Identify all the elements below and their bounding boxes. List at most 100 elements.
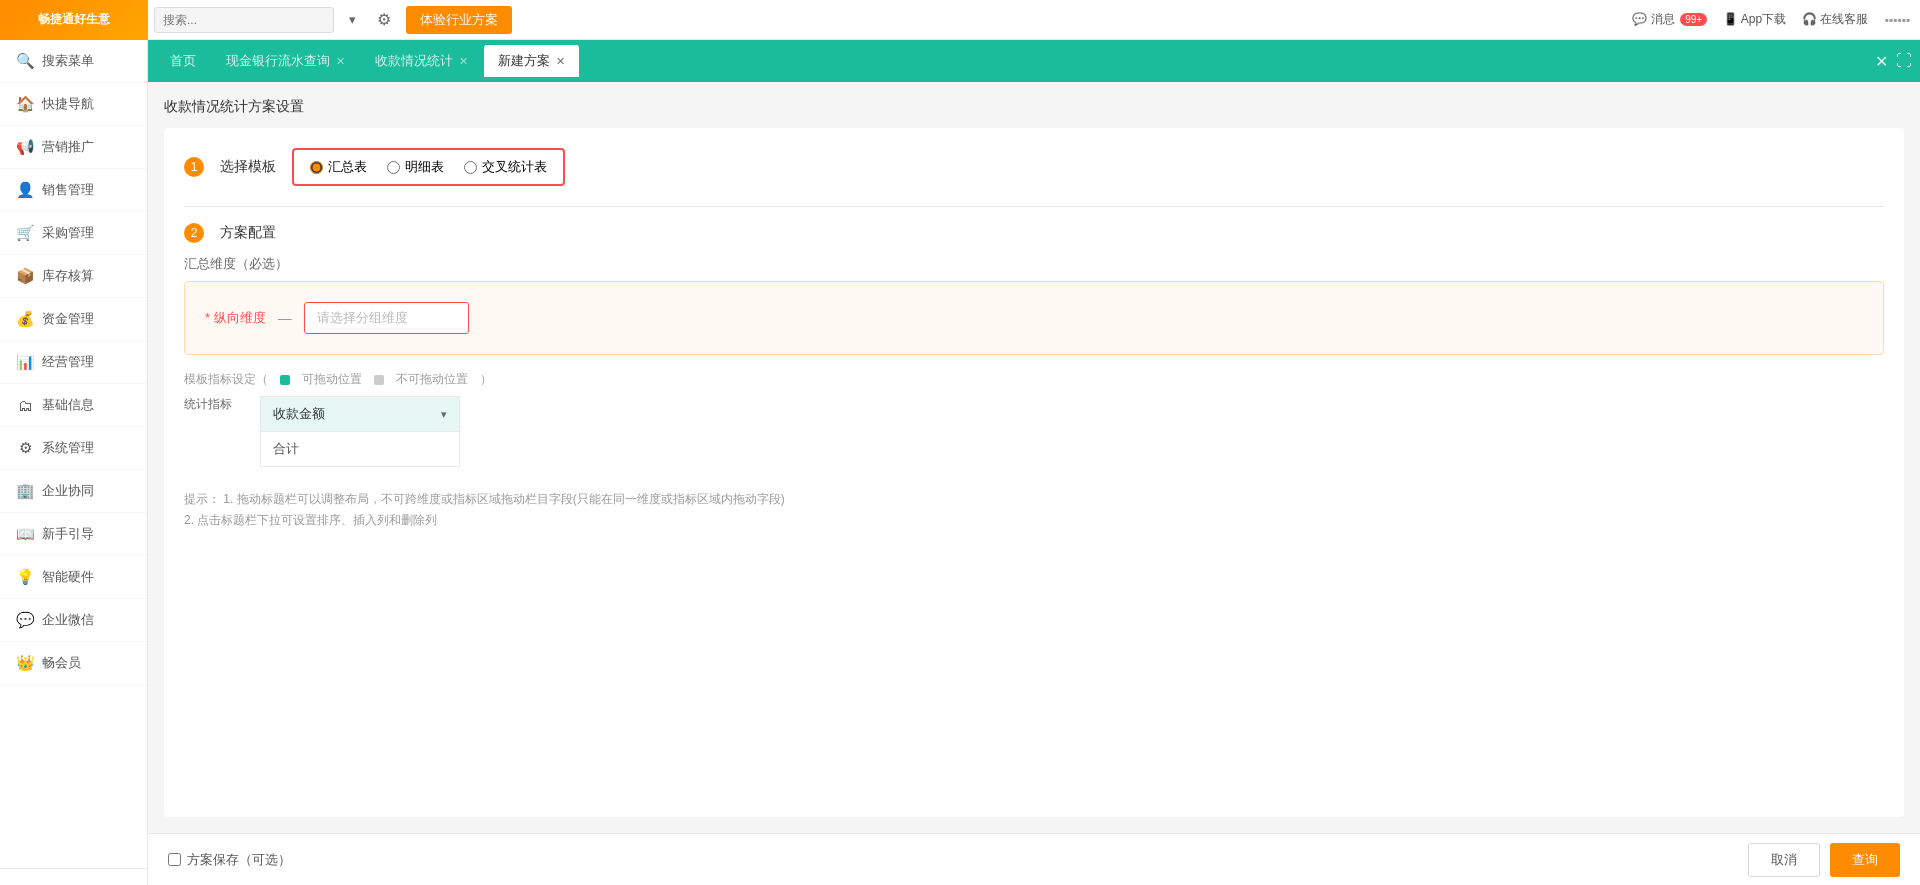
tab-bar-right: ✕ ⛶: [1875, 52, 1912, 71]
tab-2[interactable]: 收款情况统计✕: [361, 45, 482, 77]
query-button[interactable]: 查询: [1830, 843, 1900, 877]
sidebar-icon-7: 📊: [16, 353, 34, 371]
sidebar-item-0[interactable]: 🔍 搜索菜单: [0, 40, 147, 83]
download-link[interactable]: 📱 App下载: [1723, 11, 1786, 28]
metrics-header[interactable]: 收款金额 ▾: [261, 397, 459, 432]
sidebar-icon-0: 🔍: [16, 52, 34, 70]
service-link[interactable]: 🎧 在线客服: [1802, 11, 1868, 28]
sidebar-item-6[interactable]: 💰资金管理: [0, 298, 147, 341]
divider1: [184, 206, 1884, 207]
gear-icon[interactable]: ⚙: [370, 6, 398, 34]
sidebar-label-8: 基础信息: [42, 396, 94, 414]
sidebar-item-11[interactable]: 📖新手引导: [0, 513, 147, 556]
sidebar-icon-12: 💡: [16, 568, 34, 586]
sidebar-item-9[interactable]: ⚙系统管理: [0, 427, 147, 470]
sidebar-label-3: 销售管理: [42, 181, 94, 199]
sidebar-label-0: 搜索菜单: [42, 52, 94, 70]
sidebar-item-12[interactable]: 💡 智能硬件: [0, 556, 147, 599]
sidebar-item-10[interactable]: 🏢企业协同: [0, 470, 147, 513]
sidebar-item-13[interactable]: 💬企业微信: [0, 599, 147, 642]
sidebar-label-2: 营销推广: [42, 138, 94, 156]
user-area[interactable]: ▪▪▪▪▪▪: [1884, 13, 1910, 27]
save-checkbox[interactable]: [168, 853, 181, 866]
radio-detail-input[interactable]: [387, 161, 400, 174]
radio-summary[interactable]: 汇总表: [310, 158, 367, 176]
metrics-tables: 统计指标 收款金额 ▾ 合计: [184, 396, 1884, 467]
metrics-section: 模板指标设定（ 可拖动位置 不可拖动位置 ） 统计指标 收款金: [184, 371, 1884, 467]
save-label: 方案保存（可选）: [187, 851, 291, 869]
radio-cross-input[interactable]: [464, 161, 477, 174]
footer-bar: 方案保存（可选） 取消 查询: [148, 833, 1920, 885]
column-header-label: 收款金额: [273, 405, 325, 423]
sidebar-item-7[interactable]: 📊经营管理: [0, 341, 147, 384]
search-input[interactable]: [154, 7, 334, 33]
sidebar-item-8[interactable]: 🗂 基础信息: [0, 384, 147, 427]
radio-summary-label: 汇总表: [328, 158, 367, 176]
save-option: 方案保存（可选）: [168, 851, 291, 869]
metrics-config-label: 模板指标设定（: [184, 371, 268, 388]
sidebar-icon-14: 👑: [16, 654, 34, 672]
content-area: 首页现金银行流水查询✕收款情况统计✕新建方案✕ ✕ ⛶ 收款情况统计方案设置 1…: [148, 40, 1920, 885]
tip2: 2. 点击标题栏下拉可设置排序、插入列和删除列: [184, 512, 1884, 529]
sidebar-icon-13: 💬: [16, 611, 34, 629]
template-options: 汇总表 明细表 交叉统计表: [292, 148, 565, 186]
sidebar-bottom: [0, 868, 147, 885]
tips-section: 提示： 1. 拖动标题栏可以调整布局，不可跨维度或指标区域拖动栏目字段(只能在同…: [184, 491, 1884, 529]
tab-bar: 首页现金银行流水查询✕收款情况统计✕新建方案✕ ✕ ⛶: [148, 40, 1920, 82]
dimension-row: * 纵向维度 — 请选择分组维度: [205, 302, 1863, 334]
industry-button[interactable]: 体验行业方案: [406, 6, 512, 34]
sidebar-label-11: 新手引导: [42, 525, 94, 543]
stats-title: 统计指标: [184, 396, 244, 413]
vertical-label: * 纵向维度: [205, 309, 266, 327]
sidebar-label-5: 库存核算: [42, 267, 94, 285]
tab-close-2[interactable]: ✕: [459, 55, 468, 68]
draggable-dot: [280, 375, 290, 385]
sidebar-label-12: 智能硬件: [42, 568, 94, 586]
tab-label-1: 现金银行流水查询: [226, 52, 330, 70]
radio-detail-label: 明细表: [405, 158, 444, 176]
maximize-icon[interactable]: ⛶: [1896, 52, 1912, 70]
radio-cross[interactable]: 交叉统计表: [464, 158, 547, 176]
tab-0[interactable]: 首页: [156, 45, 210, 77]
metrics-legend: 模板指标设定（ 可拖动位置 不可拖动位置 ）: [184, 371, 1884, 388]
message-badge: 99+: [1680, 13, 1707, 26]
tab-close-3[interactable]: ✕: [556, 55, 565, 68]
tab-1[interactable]: 现金银行流水查询 ✕: [212, 45, 359, 77]
sidebar-item-3[interactable]: 👤 销售管理: [0, 169, 147, 212]
radio-cross-label: 交叉统计表: [482, 158, 547, 176]
tab-3[interactable]: 新建方案 ✕: [484, 45, 579, 77]
sidebar-item-2[interactable]: 📢 营销推广: [0, 126, 147, 169]
tab-label-3: 新建方案: [498, 52, 550, 70]
fixed-label: 不可拖动位置: [396, 371, 468, 388]
sidebar: 🔍 搜索菜单 🏠 快捷导航 📢 营销推广 👤 销售管理 🛒采购管理📦库存核算💰资金管理📊经营管理…: [0, 40, 148, 885]
sidebar-item-4[interactable]: 🛒采购管理: [0, 212, 147, 255]
sidebar-item-1[interactable]: 🏠 快捷导航: [0, 83, 147, 126]
step2-badge: 2: [184, 223, 204, 243]
step2-label: 方案配置: [220, 224, 276, 242]
stats-label-cell: 统计指标: [184, 396, 244, 467]
sidebar-icon-2: 📢: [16, 138, 34, 156]
group-dimension-select[interactable]: 请选择分组维度: [304, 302, 469, 334]
sidebar-label-1: 快捷导航: [42, 95, 94, 113]
close-paren: ）: [480, 371, 492, 388]
header-dropdown-icon[interactable]: ▾: [441, 408, 447, 421]
sidebar-label-9: 系统管理: [42, 439, 94, 457]
radio-summary-input[interactable]: [310, 161, 323, 174]
step2-row: 2 方案配置: [184, 223, 1884, 243]
cancel-button[interactable]: 取消: [1748, 843, 1820, 877]
tab-close-1[interactable]: ✕: [336, 55, 345, 68]
radio-detail[interactable]: 明细表: [387, 158, 444, 176]
dropdown-icon[interactable]: ▾: [342, 10, 362, 30]
step1-row: 1 选择模板 汇总表 明细表 交叉统计表: [184, 148, 1884, 186]
sidebar-icon-10: 🏢: [16, 482, 34, 500]
sidebar-item-14[interactable]: 👑畅会员: [0, 642, 147, 685]
sidebar-item-5[interactable]: 📦库存核算: [0, 255, 147, 298]
message-link[interactable]: 💬 消息 99+: [1632, 11, 1707, 28]
sidebar-label-4: 采购管理: [42, 224, 94, 242]
sidebar-icon-1: 🏠: [16, 95, 34, 113]
dimension-area: * 纵向维度 — 请选择分组维度: [184, 281, 1884, 355]
sidebar-icon-8: 🗂: [16, 397, 34, 414]
close-window-icon[interactable]: ✕: [1875, 52, 1888, 71]
tip1: 提示： 1. 拖动标题栏可以调整布局，不可跨维度或指标区域拖动栏目字段(只能在同…: [184, 491, 1884, 508]
sidebar-icon-3: 👤: [16, 181, 34, 199]
